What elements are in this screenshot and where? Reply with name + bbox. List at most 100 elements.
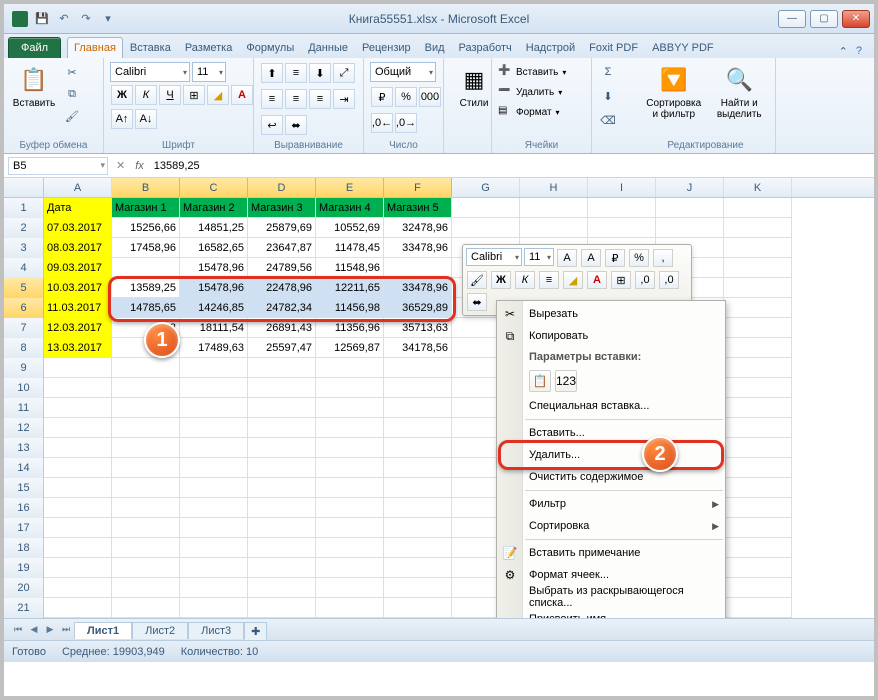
- cell[interactable]: [384, 558, 452, 578]
- ctx-dropdown-list[interactable]: Выбрать из раскрывающегося списка...: [497, 586, 725, 608]
- row-header[interactable]: 3: [4, 238, 44, 258]
- cell[interactable]: 08.03.2017: [44, 238, 112, 258]
- col-header-D[interactable]: D: [248, 178, 316, 197]
- maximize-button[interactable]: ▢: [810, 10, 838, 28]
- ctx-cut[interactable]: ✂Вырезать: [497, 303, 725, 325]
- cell[interactable]: [44, 378, 112, 398]
- col-header-J[interactable]: J: [656, 178, 724, 197]
- orientation-button[interactable]: ⤢: [333, 63, 355, 83]
- ctx-insert[interactable]: Вставить...: [497, 422, 725, 444]
- cell[interactable]: [452, 218, 520, 238]
- tab-formulas[interactable]: Формулы: [239, 37, 301, 58]
- tab-abbyy[interactable]: ABBYY PDF: [645, 37, 721, 58]
- mini-merge[interactable]: ⬌: [467, 293, 487, 311]
- tab-data[interactable]: Данные: [301, 37, 355, 58]
- cell[interactable]: [724, 278, 792, 298]
- cell[interactable]: [248, 578, 316, 598]
- sheet-tab-2[interactable]: Лист2: [132, 622, 188, 639]
- cell[interactable]: 24789,56: [248, 258, 316, 278]
- cut-icon[interactable]: ✂: [62, 62, 82, 82]
- cell[interactable]: [316, 398, 384, 418]
- redo-icon[interactable]: ↷: [78, 11, 94, 27]
- sheet-nav-first[interactable]: ⏮: [10, 622, 26, 638]
- undo-icon[interactable]: ↶: [56, 11, 72, 27]
- cell[interactable]: [724, 598, 792, 618]
- sheet-nav-last[interactable]: ⏭: [58, 622, 74, 638]
- cell[interactable]: [112, 378, 180, 398]
- cell[interactable]: Магазин 4: [316, 198, 384, 218]
- cell[interactable]: [248, 598, 316, 618]
- help-icon[interactable]: ?: [856, 45, 862, 58]
- cell[interactable]: [112, 538, 180, 558]
- cell[interactable]: [248, 438, 316, 458]
- copy-icon[interactable]: ⧉: [62, 84, 82, 104]
- cell[interactable]: 11456,98: [316, 298, 384, 318]
- ctx-comment[interactable]: 📝Вставить примечание: [497, 542, 725, 564]
- row-header[interactable]: 13: [4, 438, 44, 458]
- paste-option-2[interactable]: 123: [555, 370, 577, 392]
- cell[interactable]: [44, 358, 112, 378]
- row-header[interactable]: 11: [4, 398, 44, 418]
- cell[interactable]: [44, 498, 112, 518]
- cell[interactable]: [248, 398, 316, 418]
- row-header[interactable]: 6: [4, 298, 44, 318]
- cell[interactable]: [180, 418, 248, 438]
- mini-size-combo[interactable]: 11: [524, 248, 554, 266]
- mini-font-combo[interactable]: Calibri: [466, 248, 522, 266]
- cell[interactable]: [724, 498, 792, 518]
- ctx-paste-special[interactable]: Специальная вставка...: [497, 395, 725, 417]
- cell[interactable]: 16582,65: [180, 238, 248, 258]
- mini-font-color[interactable]: А: [587, 271, 607, 289]
- cell[interactable]: 26891,43: [248, 318, 316, 338]
- formula-input[interactable]: 13589,25: [150, 160, 874, 172]
- cell[interactable]: [180, 438, 248, 458]
- cell[interactable]: 17458,96: [112, 238, 180, 258]
- align-bottom-button[interactable]: ⬇: [309, 63, 331, 83]
- cell[interactable]: [452, 198, 520, 218]
- cell[interactable]: 25597,47: [248, 338, 316, 358]
- sheet-tab-1[interactable]: Лист1: [74, 622, 132, 639]
- paste-option-1[interactable]: 📋: [529, 370, 551, 392]
- cell[interactable]: [588, 198, 656, 218]
- shrink-font-button[interactable]: A↓: [135, 109, 157, 129]
- row-header[interactable]: 10: [4, 378, 44, 398]
- cell[interactable]: [384, 398, 452, 418]
- cell[interactable]: [248, 558, 316, 578]
- comma-button[interactable]: 000: [419, 87, 441, 107]
- cell[interactable]: [588, 218, 656, 238]
- cell[interactable]: [316, 438, 384, 458]
- font-name-combo[interactable]: Calibri: [110, 62, 190, 82]
- cell[interactable]: [112, 518, 180, 538]
- cell[interactable]: 22478,96: [248, 278, 316, 298]
- cell[interactable]: [248, 418, 316, 438]
- col-header-B[interactable]: B: [112, 178, 180, 197]
- cell[interactable]: 14851,25: [180, 218, 248, 238]
- sheet-tab-3[interactable]: Лист3: [188, 622, 244, 639]
- cell[interactable]: 11478,45: [316, 238, 384, 258]
- ctx-define-name[interactable]: Присвоить имя...: [497, 608, 725, 618]
- mini-format-painter[interactable]: 🖌: [467, 271, 487, 289]
- row-header[interactable]: 9: [4, 358, 44, 378]
- file-tab[interactable]: Файл: [8, 37, 61, 58]
- mini-shrink-font[interactable]: A: [581, 249, 601, 267]
- align-left-button[interactable]: ≡: [261, 89, 283, 109]
- spreadsheet-grid[interactable]: A B C D E F G H I J K 1ДатаМагазин 1Мага…: [4, 178, 874, 618]
- col-header-K[interactable]: K: [724, 178, 792, 197]
- wrap-text-button[interactable]: ↩: [261, 115, 283, 135]
- row-header[interactable]: 7: [4, 318, 44, 338]
- qat-dropdown-icon[interactable]: ▾: [100, 11, 116, 27]
- cell[interactable]: [724, 338, 792, 358]
- tab-developer[interactable]: Разработч: [452, 37, 519, 58]
- cell[interactable]: [112, 498, 180, 518]
- row-header[interactable]: 5: [4, 278, 44, 298]
- mini-currency[interactable]: ₽: [605, 249, 625, 267]
- autosum-button[interactable]: Σ: [598, 62, 618, 82]
- cell[interactable]: 09.03.2017: [44, 258, 112, 278]
- cell[interactable]: [316, 538, 384, 558]
- cell[interactable]: 23647,87: [248, 238, 316, 258]
- cell[interactable]: [44, 598, 112, 618]
- align-middle-button[interactable]: ≡: [285, 63, 307, 83]
- tab-review[interactable]: Рецензир: [355, 37, 418, 58]
- mini-align[interactable]: ≡: [539, 271, 559, 289]
- cell[interactable]: [724, 298, 792, 318]
